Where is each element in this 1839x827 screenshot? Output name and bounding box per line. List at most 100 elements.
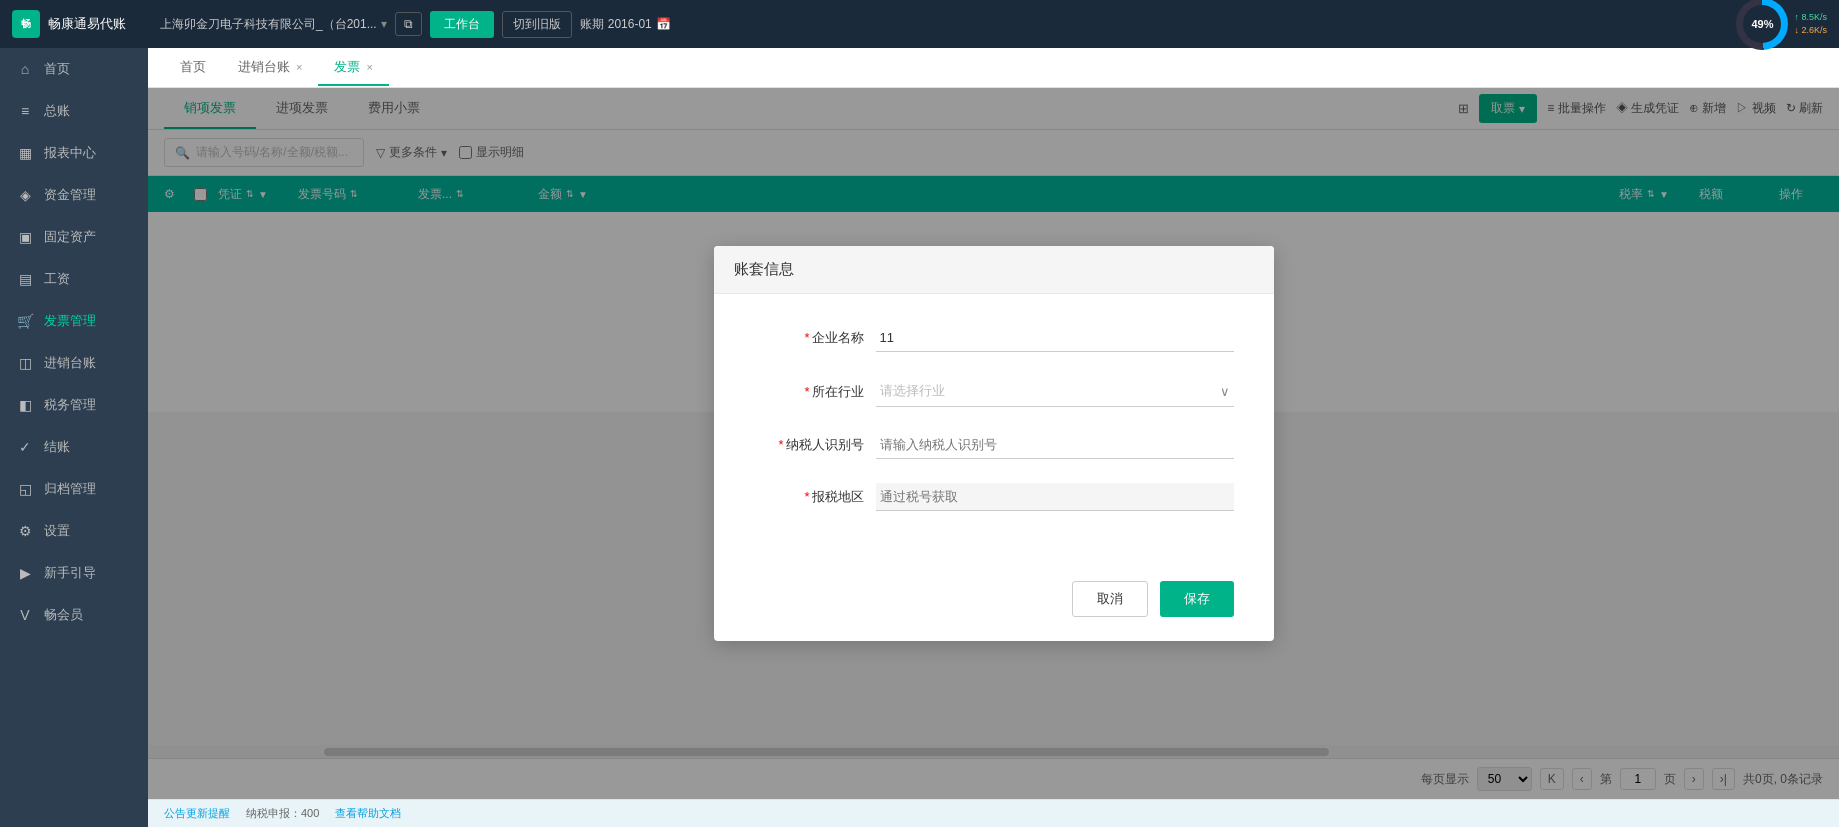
industry-row: *所在行业 请选择行业 ∨ xyxy=(754,376,1234,407)
period-value: 2016-01 xyxy=(608,17,652,31)
speed-details: ↑ 8.5K/s ↓ 2.6K/s xyxy=(1794,11,1827,36)
sidebar-item-home[interactable]: ⌂ 首页 xyxy=(0,48,148,90)
sidebar-item-label: 税务管理 xyxy=(44,396,96,414)
sidebar-item-label: 资金管理 xyxy=(44,186,96,204)
sidebar-item-close[interactable]: ✓ 结账 xyxy=(0,426,148,468)
tax-region-label: *报税地区 xyxy=(754,488,864,506)
industry-chevron-icon: ∨ xyxy=(1220,384,1230,399)
payroll-icon: ▤ xyxy=(16,270,34,288)
sidebar-item-label: 报表中心 xyxy=(44,144,96,162)
tax-id-label: *纳税人识别号 xyxy=(754,436,864,454)
tab-home[interactable]: 首页 xyxy=(164,50,222,86)
funds-icon: ◈ xyxy=(16,186,34,204)
guide-icon: ▶ xyxy=(16,564,34,582)
ledger-icon: ≡ xyxy=(16,102,34,120)
settings-icon: ⚙ xyxy=(16,522,34,540)
sidebar-item-archive[interactable]: ◱ 归档管理 xyxy=(0,468,148,510)
sidebar-item-label: 工资 xyxy=(44,270,70,288)
close-accounts-icon: ✓ xyxy=(16,438,34,456)
tab-purchases-label: 进销台账 xyxy=(238,58,290,76)
sidebar-item-tax[interactable]: ◧ 税务管理 xyxy=(0,384,148,426)
workbench-button[interactable]: 工作台 xyxy=(430,11,494,38)
calendar-icon[interactable]: 📅 xyxy=(656,17,671,31)
tab-purchases[interactable]: 进销台账 × xyxy=(222,50,318,86)
speed-circle: 49% xyxy=(1736,0,1788,50)
tax-icon: ◧ xyxy=(16,396,34,414)
main-panel: 上海卯金刀电子科技有限公司_（台201... ▾ ⧉ 工作台 切到旧版 账期 2… xyxy=(148,0,1839,827)
sidebar-item-label: 发票管理 xyxy=(44,312,96,330)
sidebar-item-label: 总账 xyxy=(44,102,70,120)
sidebar-item-label: 设置 xyxy=(44,522,70,540)
sidebar-item-label: 进销台账 xyxy=(44,354,96,372)
help-link[interactable]: 查看帮助文档 xyxy=(335,806,401,821)
cancel-button[interactable]: 取消 xyxy=(1072,581,1148,617)
industry-select[interactable]: 请选择行业 ∨ xyxy=(876,376,1234,407)
sidebar-item-payroll[interactable]: ▤ 工资 xyxy=(0,258,148,300)
modal-header: 账套信息 xyxy=(714,246,1274,294)
tax-region-row: *报税地区 xyxy=(754,483,1234,511)
company-name-input[interactable] xyxy=(876,324,1234,352)
invoice-icon: 🛒 xyxy=(16,312,34,330)
sidebar-item-label: 归档管理 xyxy=(44,480,96,498)
sidebar-item-settings[interactable]: ⚙ 设置 xyxy=(0,510,148,552)
tab-invoice[interactable]: 发票 × xyxy=(318,50,388,86)
switch-old-button[interactable]: 切到旧版 xyxy=(502,11,572,38)
sidebar-item-guide[interactable]: ▶ 新手引导 xyxy=(0,552,148,594)
company-name-row: *企业名称 xyxy=(754,324,1234,352)
copy-button[interactable]: ⧉ xyxy=(395,12,422,36)
speed-widget: 49% ↑ 8.5K/s ↓ 2.6K/s xyxy=(1736,0,1827,50)
speed-pct-value: 49% xyxy=(1751,18,1773,30)
company-selector[interactable]: 上海卯金刀电子科技有限公司_（台201... ▾ xyxy=(160,16,387,33)
assets-icon: ▣ xyxy=(16,228,34,246)
industry-placeholder: 请选择行业 xyxy=(880,382,945,400)
logo-icon: 畅 xyxy=(12,10,40,38)
tax-id-row: *纳税人识别号 xyxy=(754,431,1234,459)
tab-purchases-close-icon[interactable]: × xyxy=(296,61,302,73)
nav-tabs: 首页 进销台账 × 发票 × xyxy=(148,48,1839,88)
account-info-modal: 账套信息 *企业名称 *所在行业 xyxy=(714,246,1274,641)
tax-id-input[interactable] xyxy=(876,431,1234,459)
sidebar-item-label: 结账 xyxy=(44,438,70,456)
sidebar-item-member[interactable]: V 畅会员 xyxy=(0,594,148,636)
sidebar-item-invoice[interactable]: 🛒 发票管理 xyxy=(0,300,148,342)
sidebar-item-label: 首页 xyxy=(44,60,70,78)
app-logo: 畅 畅康通易代账 xyxy=(0,0,148,48)
industry-label: *所在行业 xyxy=(754,383,864,401)
tab-home-label: 首页 xyxy=(180,58,206,76)
app-name: 畅康通易代账 xyxy=(48,15,126,33)
tax-status: 纳税申报：400 xyxy=(246,806,319,821)
modal-overlay: 账套信息 *企业名称 *所在行业 xyxy=(148,88,1839,799)
sidebar-item-purchases[interactable]: ◫ 进销台账 xyxy=(0,342,148,384)
sidebar-item-assets[interactable]: ▣ 固定资产 xyxy=(0,216,148,258)
status-bar: 公告更新提醒 纳税申报：400 查看帮助文档 xyxy=(148,799,1839,827)
tab-invoice-close-icon[interactable]: × xyxy=(366,61,372,73)
download-speed: ↓ 2.6K/s xyxy=(1794,24,1827,37)
sidebar-item-label: 新手引导 xyxy=(44,564,96,582)
period-display: 账期 2016-01 📅 xyxy=(580,16,671,33)
save-button[interactable]: 保存 xyxy=(1160,581,1234,617)
sidebar-item-reports[interactable]: ▦ 报表中心 xyxy=(0,132,148,174)
member-icon: V xyxy=(16,606,34,624)
modal-title: 账套信息 xyxy=(734,260,794,277)
modal-body: *企业名称 *所在行业 请选择行业 ∨ xyxy=(714,294,1274,565)
speed-pct-display: 49% xyxy=(1743,5,1781,43)
topbar: 上海卯金刀电子科技有限公司_（台201... ▾ ⧉ 工作台 切到旧版 账期 2… xyxy=(148,0,1839,48)
period-label: 账期 xyxy=(580,16,604,33)
company-name: 上海卯金刀电子科技有限公司_（台201... xyxy=(160,16,377,33)
sidebar-item-label: 畅会员 xyxy=(44,606,83,624)
sidebar-item-ledger[interactable]: ≡ 总账 xyxy=(0,90,148,132)
company-chevron-icon: ▾ xyxy=(381,17,387,31)
modal-footer: 取消 保存 xyxy=(714,565,1274,641)
upload-speed: ↑ 8.5K/s xyxy=(1794,11,1827,24)
content-area: 销项发票 进项发票 费用小票 ⊞ 取票 ▾ ≡ 批量操作 ◈ xyxy=(148,88,1839,799)
sidebar: 畅 畅康通易代账 ⌂ 首页 ≡ 总账 ▦ 报表中心 ◈ 资金管理 ▣ 固定资产 … xyxy=(0,0,148,827)
archive-icon: ◱ xyxy=(16,480,34,498)
company-name-label: *企业名称 xyxy=(754,329,864,347)
home-icon: ⌂ xyxy=(16,60,34,78)
tab-invoice-label: 发票 xyxy=(334,58,360,76)
sidebar-item-funds[interactable]: ◈ 资金管理 xyxy=(0,174,148,216)
sidebar-item-label: 固定资产 xyxy=(44,228,96,246)
notice-link[interactable]: 公告更新提醒 xyxy=(164,806,230,821)
tax-region-input xyxy=(876,483,1234,511)
reports-icon: ▦ xyxy=(16,144,34,162)
